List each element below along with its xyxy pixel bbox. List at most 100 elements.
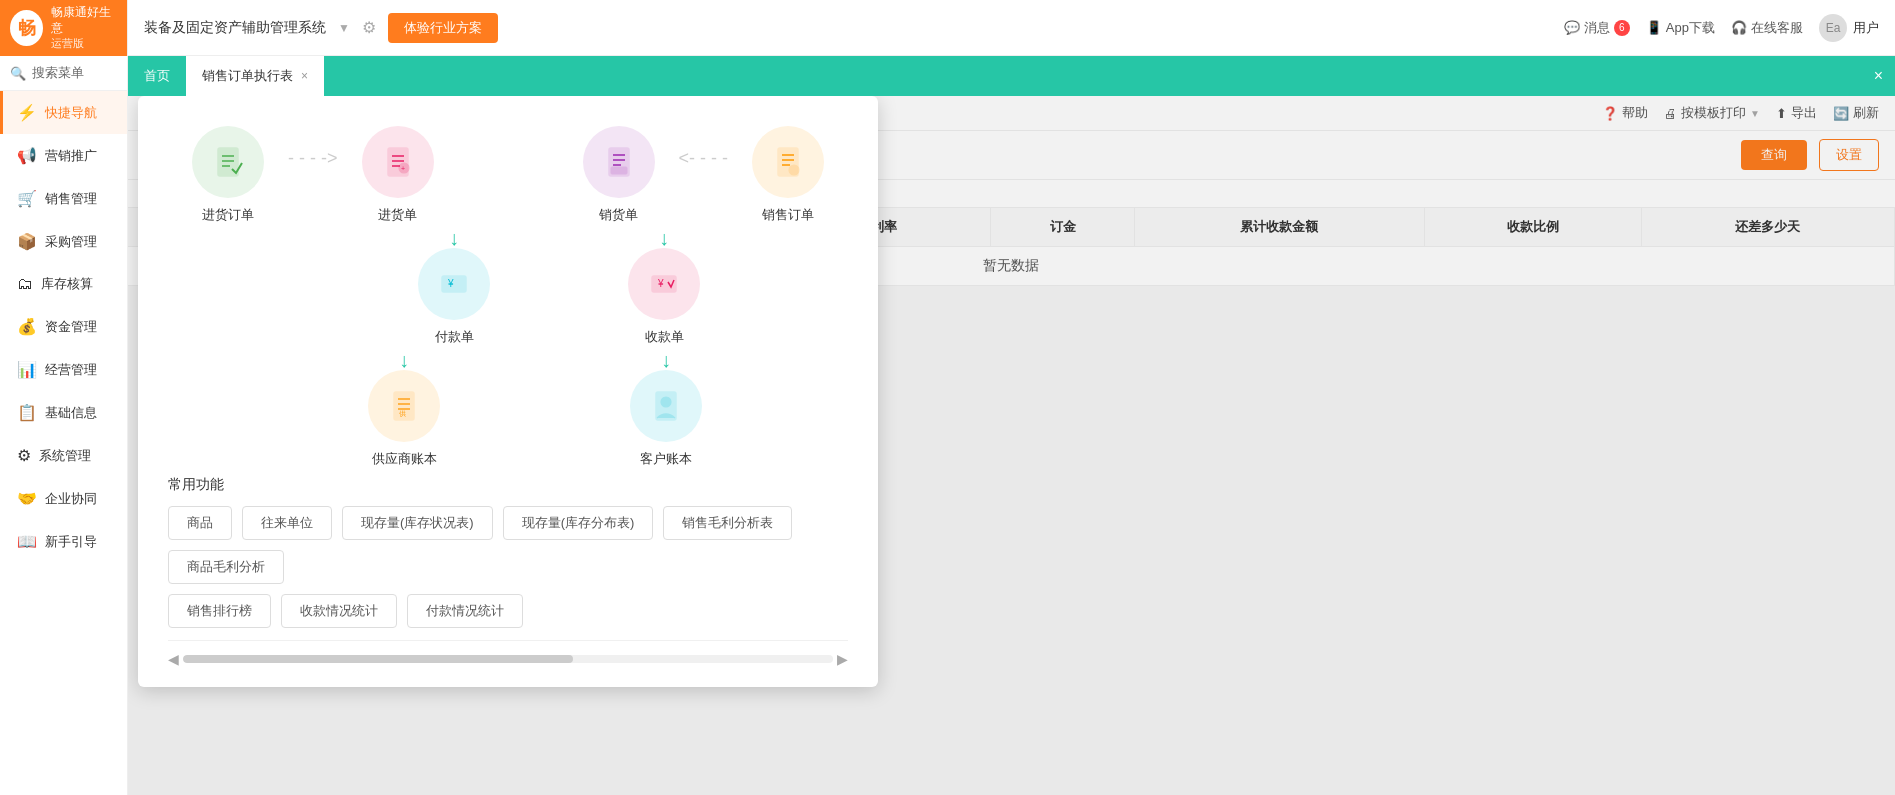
svg-point-30 [661, 397, 671, 407]
message-btn[interactable]: 💬 消息 6 [1564, 19, 1630, 37]
svg-text:¥: ¥ [657, 278, 664, 289]
scroll-left-btn[interactable]: ◀ [168, 651, 179, 667]
node-receipt[interactable]: ¥ 收款单 [604, 248, 724, 346]
tab-sales-execution[interactable]: 销售订单执行表 × [186, 56, 324, 96]
tab-home[interactable]: 首页 [128, 56, 186, 96]
sidebar-item-quick[interactable]: ⚡快捷导航 [0, 91, 127, 134]
sidebar-item-marketing[interactable]: 📢营销推广 [0, 134, 127, 177]
svg-rect-20 [442, 276, 466, 292]
node-sale-bill-label: 销货单 [599, 206, 638, 224]
func-btn-现存量(库存分布表)[interactable]: 现存量(库存分布表) [503, 506, 654, 540]
sidebar-item-system[interactable]: ⚙ 系统管理 [0, 434, 127, 477]
message-badge: 6 [1614, 20, 1630, 36]
svg-rect-14 [611, 167, 627, 174]
nav-icon-operation: 📊 [17, 360, 37, 379]
nav-icon-base: 📋 [17, 403, 37, 422]
close-all-tabs-btn[interactable]: × [1874, 67, 1883, 85]
sidebar-item-base[interactable]: 📋 基础信息 [0, 391, 127, 434]
sidebar-item-collab[interactable]: 🤝企业协同 [0, 477, 127, 520]
app-download-btn[interactable]: 📱 App下载 [1646, 19, 1715, 37]
sidebar-nav: ⚡快捷导航📢营销推广 🛒 销售管理 📦采购管理🗂库存核算💰资金管理 📊 经营管理 📋 基础信息… [0, 91, 127, 563]
nav-label-system: 系统管理 [39, 447, 91, 465]
node-sale-order[interactable]: 销售订单 [728, 126, 848, 224]
user-menu[interactable]: Ea 用户 [1819, 14, 1879, 42]
tab-close-btn[interactable]: × [301, 69, 308, 83]
node-customer-account[interactable]: 客户账本 [606, 370, 726, 468]
func-btn-付款情况统计[interactable]: 付款情况统计 [407, 594, 523, 628]
arrow-purchase: - - - -> [288, 148, 338, 169]
node-purchase-bill-label: 进货单 [378, 206, 417, 224]
common-funcs: 常用功能 商品往来单位现存量(库存状况表)现存量(库存分布表)销售毛利分析表商品… [168, 476, 848, 628]
node-sale-bill[interactable]: 销货单 [559, 126, 679, 224]
scrollbar-track[interactable] [183, 655, 833, 663]
flow-row1: 进货订单 - - - -> + 进货单 [168, 126, 848, 224]
func-btn-销售排行榜[interactable]: 销售排行榜 [168, 594, 271, 628]
service-icon: 🎧 [1731, 20, 1747, 35]
func-btn-往来单位[interactable]: 往来单位 [242, 506, 332, 540]
nav-label-base: 基础信息 [45, 404, 97, 422]
purchase-order-icon [192, 126, 264, 198]
flow-right-group: 销货单 <- - - - 销售订单 [559, 126, 849, 224]
sidebar-item-guide[interactable]: 📖 新手引导 [0, 520, 127, 563]
content-area: ❓ 帮助 🖨 按模板打印 ▼ ⬆ 导出 🔄 刷新 [128, 96, 1895, 795]
node-supplier-account-label: 供应商账本 [372, 450, 437, 468]
nav-label-marketing: 营销推广 [45, 147, 97, 165]
topbar: 装备及固定资产辅助管理系统 ▼ ⚙ 体验行业方案 💬 消息 6 📱 App下载 … [128, 0, 1895, 56]
settings-icon[interactable]: ⚙ [362, 18, 376, 37]
nav-label-guide: 新手引导 [45, 533, 97, 551]
sidebar-item-sales[interactable]: 🛒 销售管理 [0, 177, 127, 220]
online-service-btn[interactable]: 🎧 在线客服 [1731, 19, 1803, 37]
sidebar-item-operation[interactable]: 📊 经营管理 [0, 348, 127, 391]
supplier-account-icon: 供 [368, 370, 440, 442]
node-purchase-order[interactable]: 进货订单 [168, 126, 288, 224]
flow-payment-col: ↓ ¥ 付款单 [394, 228, 514, 346]
logo-icon: 畅 [10, 10, 43, 46]
func-btn-现存量(库存状况表)[interactable]: 现存量(库存状况表) [342, 506, 493, 540]
nav-label-operation: 经营管理 [45, 361, 97, 379]
nav-label-quick: 快捷导航 [45, 104, 97, 122]
func-btn-商品毛利分析[interactable]: 商品毛利分析 [168, 550, 284, 584]
nav-label-sales: 销售管理 [45, 190, 97, 208]
node-purchase-order-label: 进货订单 [202, 206, 254, 224]
arrow-sale: <- - - - [679, 148, 729, 169]
nav-icon-system: ⚙ [17, 446, 31, 465]
message-icon: 💬 [1564, 20, 1580, 35]
node-payment[interactable]: ¥ 付款单 [394, 248, 514, 346]
node-purchase-bill[interactable]: + 进货单 [338, 126, 458, 224]
experience-btn[interactable]: 体验行业方案 [388, 13, 498, 43]
func-buttons-row2: 销售排行榜收款情况统计付款情况统计 [168, 594, 848, 628]
modal-dialog: 进货订单 - - - -> + 进货单 [138, 96, 878, 687]
modal-scrollbar: ◀ ▶ [168, 640, 848, 667]
download-icon: 📱 [1646, 20, 1662, 35]
sidebar-item-finance[interactable]: 💰资金管理 [0, 305, 127, 348]
func-btn-商品[interactable]: 商品 [168, 506, 232, 540]
svg-text:+: + [401, 165, 405, 172]
nav-icon-sales: 🛒 [17, 189, 37, 208]
nav-icon-guide: 📖 [17, 532, 37, 551]
scroll-right-btn[interactable]: ▶ [837, 651, 848, 667]
sale-bill-icon [583, 126, 655, 198]
tabbar: 首页 销售订单执行表 × × [128, 56, 1895, 96]
func-buttons-row1: 商品往来单位现存量(库存状况表) 现存量(库存分布表) 销售毛利分析表商品毛利分析 [168, 506, 848, 584]
common-funcs-title: 常用功能 [168, 476, 848, 494]
node-receipt-label: 收款单 [645, 328, 684, 346]
chevron-down-icon: ▼ [338, 21, 350, 35]
svg-text:¥: ¥ [447, 278, 454, 289]
sidebar-logo: 畅 畅康通好生意 运营版 [0, 0, 127, 56]
purchase-bill-icon: + [362, 126, 434, 198]
sidebar-item-purchase[interactable]: 📦采购管理 [0, 220, 127, 263]
search-menu[interactable]: 🔍 搜索菜单 [0, 56, 127, 91]
sidebar-item-inventory[interactable]: 🗂库存核算 [0, 263, 127, 305]
func-btn-销售毛利分析表[interactable]: 销售毛利分析表 [663, 506, 792, 540]
scrollbar-thumb [183, 655, 573, 663]
avatar: Ea [1819, 14, 1847, 42]
nav-icon-inventory: 🗂 [17, 275, 33, 293]
flow-supplier-col: ↓ 供 供应商账本 [344, 350, 464, 468]
node-supplier-account[interactable]: 供 供应商账本 [344, 370, 464, 468]
nav-icon-purchase: 📦 [17, 232, 37, 251]
topbar-actions: 💬 消息 6 📱 App下载 🎧 在线客服 Ea 用户 [1564, 14, 1879, 42]
logo-text: 畅康通好生意 运营版 [51, 5, 117, 50]
customer-account-icon [630, 370, 702, 442]
modal-overlay: 进货订单 - - - -> + 进货单 [128, 96, 1895, 795]
func-btn-收款情况统计[interactable]: 收款情况统计 [281, 594, 397, 628]
